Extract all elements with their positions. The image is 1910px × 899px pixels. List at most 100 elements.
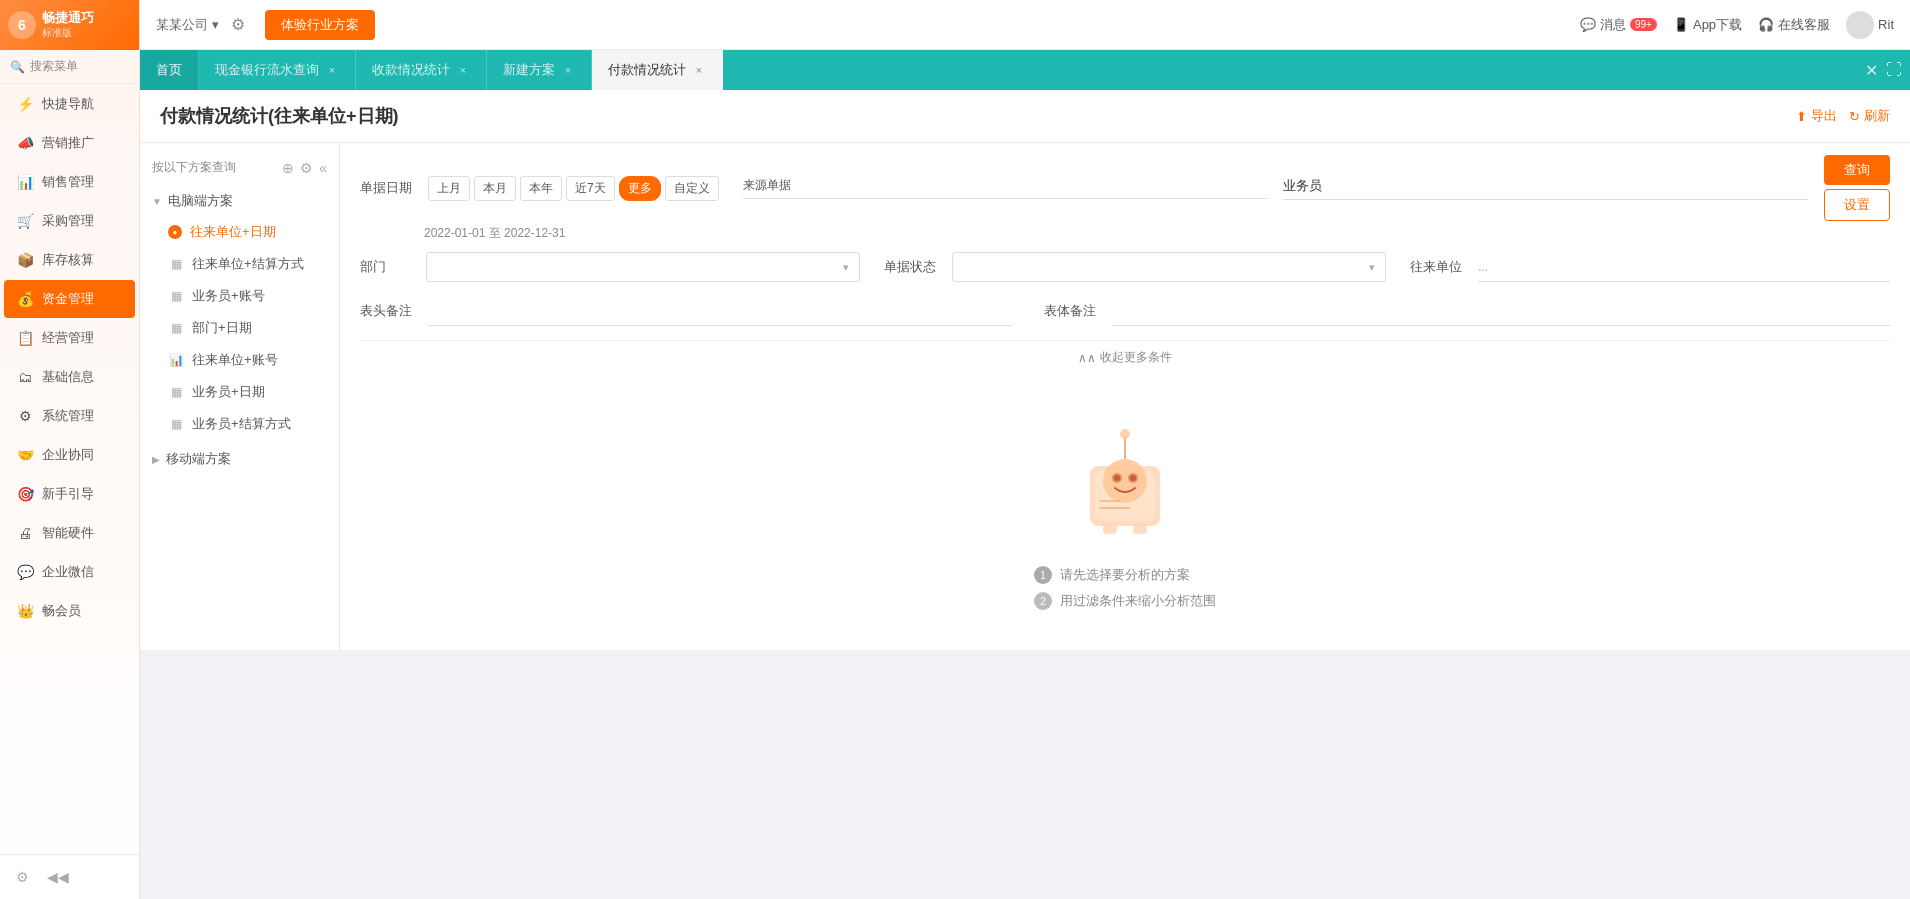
export-icon: ⬆ <box>1796 109 1807 124</box>
app-download-button[interactable]: 📱 App下载 <box>1673 16 1742 34</box>
collapse-conditions-button[interactable]: ∧∧ 收起更多条件 <box>360 340 1890 374</box>
sidebar-item-sales[interactable]: 📊 销售管理 <box>4 163 135 201</box>
empty-state: 1 请先选择要分析的方案 2 用过滤条件来缩小分析范围 <box>340 386 1910 650</box>
scheme-item-unit-settle[interactable]: ▦ 往来单位+结算方式 <box>140 248 339 280</box>
operation-icon: 📋 <box>16 330 34 346</box>
sidebar-item-wechat[interactable]: 💬 企业微信 <box>4 553 135 591</box>
trial-button[interactable]: 体验行业方案 <box>265 10 375 40</box>
date-btn-last-month[interactable]: 上月 <box>428 176 470 201</box>
related-unit-field[interactable]: ... <box>1478 252 1890 282</box>
refresh-button[interactable]: ↻ 刷新 <box>1849 107 1890 125</box>
header-note-field[interactable] <box>428 296 1012 326</box>
scheme-item-staff-settle[interactable]: ▦ 业务员+结算方式 <box>140 408 339 440</box>
scheme-item-dept-date[interactable]: ▦ 部门+日期 <box>140 312 339 344</box>
body-note-field[interactable] <box>1112 296 1890 326</box>
scheme-item-label: 业务员+结算方式 <box>192 415 291 433</box>
tip-num-2: 2 <box>1034 592 1052 610</box>
wechat-icon: 💬 <box>16 564 34 580</box>
tip-2-text: 用过滤条件来缩小分析范围 <box>1060 592 1216 610</box>
top-bar-settings-icon[interactable]: ⚙ <box>231 15 245 34</box>
scheme-item-label: 业务员+日期 <box>192 383 265 401</box>
sidebar-item-capital[interactable]: 💰 资金管理 <box>4 280 135 318</box>
date-btn-more[interactable]: 更多 <box>619 176 661 201</box>
online-service-button[interactable]: 🎧 在线客服 <box>1758 16 1830 34</box>
content-body: 按以下方案查询 ⊕ ⚙ « ▼ 电脑端方案 ● 往来单位+日期 <box>140 143 1910 650</box>
messages-button[interactable]: 💬 消息 99+ <box>1580 16 1657 34</box>
scheme-item-unit-account[interactable]: 📊 往来单位+账号 <box>140 344 339 376</box>
desktop-scheme-group: ▼ 电脑端方案 ● 往来单位+日期 ▦ 往来单位+结算方式 ▦ 业务员+账号 <box>140 186 339 440</box>
panel-header-label: 按以下方案查询 <box>152 159 236 176</box>
mobile-group-title[interactable]: ▶ 移动端方案 <box>140 444 339 474</box>
desktop-group-label: 电脑端方案 <box>168 192 233 210</box>
sidebar-item-label: 资金管理 <box>42 290 94 308</box>
manage-scheme-button[interactable]: ⚙ <box>300 160 313 176</box>
basic-icon: 🗂 <box>16 369 34 385</box>
tab-new-plan-close[interactable]: × <box>561 63 575 77</box>
messages-badge: 99+ <box>1630 18 1657 31</box>
collapse-panel-button[interactable]: « <box>319 160 327 176</box>
svg-rect-11 <box>1103 524 1117 534</box>
add-scheme-button[interactable]: ⊕ <box>282 160 294 176</box>
sidebar-item-system[interactable]: ⚙ 系统管理 <box>4 397 135 435</box>
collapse-label: 收起更多条件 <box>1100 349 1172 366</box>
filter-row-3: 表头备注 表体备注 <box>360 296 1890 326</box>
sidebar-item-basic[interactable]: 🗂 基础信息 <box>4 358 135 396</box>
tab-bank-flow[interactable]: 现金银行流水查询 × <box>199 50 356 90</box>
tab-home-label: 首页 <box>156 61 182 79</box>
sidebar-item-guide[interactable]: 🎯 新手引导 <box>4 475 135 513</box>
date-range-text: 2022-01-01 至 2022-12-31 <box>424 226 565 240</box>
sidebar-item-marketing[interactable]: 📣 营销推广 <box>4 124 135 162</box>
sidebar-item-member[interactable]: 👑 畅会员 <box>4 592 135 630</box>
date-btn-this-year[interactable]: 本年 <box>520 176 562 201</box>
sidebar-subtitle: 标准版 <box>42 26 94 40</box>
sidebar-item-quick-nav[interactable]: ⚡ 快捷导航 <box>4 85 135 123</box>
query-button[interactable]: 查询 <box>1824 155 1890 185</box>
scheme-item-staff-account[interactable]: ▦ 业务员+账号 <box>140 280 339 312</box>
sidebar-item-label: 系统管理 <box>42 407 94 425</box>
right-area: 单据日期 上月 本月 本年 近7天 更多 自定义 来源单据 <box>340 143 1910 650</box>
system-icon: ⚙ <box>16 408 34 424</box>
tab-payment-stats-close[interactable]: × <box>692 63 706 77</box>
doc-status-select[interactable]: ▾ <box>952 252 1386 282</box>
date-btn-custom[interactable]: 自定义 <box>665 176 719 201</box>
export-button[interactable]: ⬆ 导出 <box>1796 107 1837 125</box>
sidebar-item-operation[interactable]: 📋 经营管理 <box>4 319 135 357</box>
sidebar-search[interactable]: 🔍 搜索菜单 <box>0 50 139 84</box>
date-btn-this-month[interactable]: 本月 <box>474 176 516 201</box>
filter-row-2: 部门 ▾ 单据状态 ▾ 往来单位 ... <box>360 252 1890 282</box>
tab-payment-stats-label: 付款情况统计 <box>608 61 686 79</box>
sidebar-item-label: 畅会员 <box>42 602 81 620</box>
sidebar-item-label: 采购管理 <box>42 212 94 230</box>
sidebar-item-enterprise[interactable]: 🤝 企业协同 <box>4 436 135 474</box>
tab-close-all-button[interactable]: ✕ <box>1865 61 1878 80</box>
scheme-item-unit-date[interactable]: ● 往来单位+日期 <box>140 216 339 248</box>
tab-expand-button[interactable]: ⛶ <box>1886 61 1902 79</box>
tab-home[interactable]: 首页 <box>140 50 199 90</box>
filter-settings-button[interactable]: 设置 <box>1824 189 1890 221</box>
sidebar-item-label: 销售管理 <box>42 173 94 191</box>
desktop-group-title[interactable]: ▼ 电脑端方案 <box>140 186 339 216</box>
filter-row-1: 单据日期 上月 本月 本年 近7天 更多 自定义 来源单据 <box>360 155 1890 221</box>
user-menu[interactable]: Rit <box>1846 11 1894 39</box>
online-service-label: 在线客服 <box>1778 16 1830 34</box>
sidebar-item-label: 新手引导 <box>42 485 94 503</box>
tab-new-plan[interactable]: 新建方案 × <box>487 50 592 90</box>
tab-receipt-stats[interactable]: 收款情况统计 × <box>356 50 487 90</box>
tab-bank-flow-close[interactable]: × <box>325 63 339 77</box>
date-btn-7days[interactable]: 近7天 <box>566 176 615 201</box>
sidebar-settings-button[interactable]: ⚙ <box>8 863 36 891</box>
tab-payment-stats[interactable]: 付款情况统计 × <box>592 50 723 90</box>
sidebar-collapse-button[interactable]: ◀◀ <box>44 863 72 891</box>
left-panel-header: 按以下方案查询 ⊕ ⚙ « <box>140 153 339 186</box>
phone-icon: 📱 <box>1673 17 1689 32</box>
company-selector[interactable]: 某某公司 ▾ <box>156 16 219 34</box>
scheme-icon: ▦ <box>168 416 184 432</box>
tab-receipt-stats-close[interactable]: × <box>456 63 470 77</box>
scheme-item-staff-date[interactable]: ▦ 业务员+日期 <box>140 376 339 408</box>
sidebar-item-hardware[interactable]: 🖨 智能硬件 <box>4 514 135 552</box>
dept-select[interactable]: ▾ <box>426 252 860 282</box>
svg-point-10 <box>1120 429 1130 439</box>
sidebar-item-purchase[interactable]: 🛒 采购管理 <box>4 202 135 240</box>
scheme-icon: ▦ <box>168 320 184 336</box>
sidebar-item-inventory[interactable]: 📦 库存核算 <box>4 241 135 279</box>
